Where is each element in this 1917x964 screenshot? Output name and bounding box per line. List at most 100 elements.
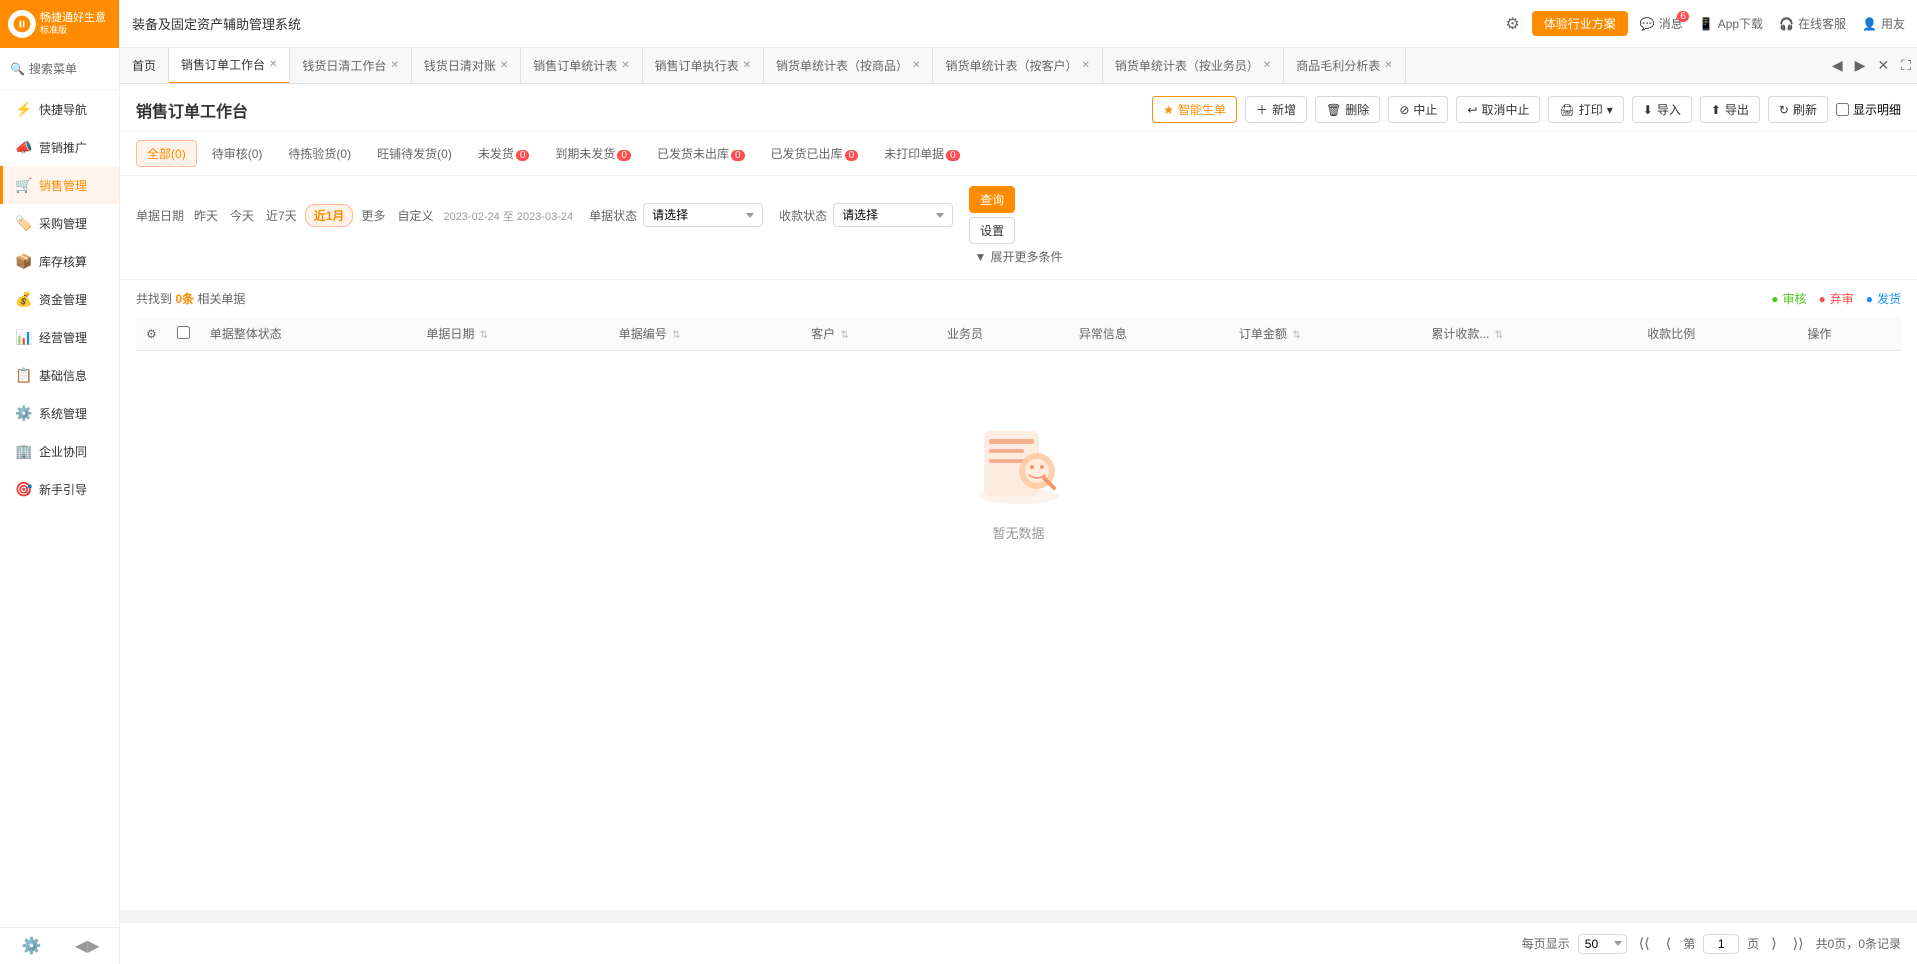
tab-cash-reconcile[interactable]: 钱货日清对账 ✕ [412,48,521,84]
message-button[interactable]: 💬 6 消息 [1640,15,1683,32]
user-button[interactable]: 👤 用友 [1862,15,1905,32]
next-page-button[interactable]: ⟩ [1767,933,1780,954]
close-tab-product-margin[interactable]: ✕ [1384,60,1392,71]
smart-create-button[interactable]: ★ 智能生单 [1152,96,1237,123]
show-detail-checkbox[interactable] [1836,103,1849,116]
filter-tab-shipped-out[interactable]: 已发货已出库0 [760,140,870,167]
sidebar: 畅捷通好生意 标准版 🔍 搜索菜单 ⚡ 快捷导航 📣 营销推广 🛒 销售管理 🏷… [0,0,120,964]
app-download-button[interactable]: 📱 App下载 [1699,15,1763,32]
tab-product-margin[interactable]: 商品毛利分析表 ✕ [1284,48,1405,84]
sidebar-item-purchase[interactable]: 🏷️ 采购管理 [0,204,119,242]
sidebar-item-inventory[interactable]: 📦 库存核算 [0,242,119,280]
purchase-icon: 🏷️ [15,214,33,232]
tab-home[interactable]: 首页 [120,48,169,84]
filter-tab-expired-not-shipped[interactable]: 到期未发货0 [544,140,642,167]
sidebar-item-quick-nav[interactable]: ⚡ 快捷导航 [0,90,119,128]
filter-tab-all[interactable]: 全部(0) [136,140,197,167]
setting-button[interactable]: 设置 [969,217,1015,244]
date-btn-custom[interactable]: 自定义 [393,204,437,227]
close-tab-cash-daily[interactable]: ✕ [390,60,398,71]
filter-tab-not-shipped[interactable]: 未发货0 [467,140,541,167]
sidebar-item-enterprise[interactable]: 🏢 企业协同 [0,432,119,470]
expired-badge: 0 [617,150,631,161]
tab-sales-order-workbench[interactable]: 销售订单工作台 ✕ [169,48,290,84]
filter-tab-wangpu[interactable]: 旺铺待发货(0) [366,140,463,167]
add-button[interactable]: ＋ 新增 [1245,96,1307,123]
filter-tab-shipped-not-out[interactable]: 已发货未出库0 [646,140,756,167]
settings-bottom-button[interactable]: ⚙️ [8,936,56,956]
close-tab-sales-order-workbench[interactable]: ✕ [269,59,277,70]
sort-date-icon[interactable]: ⇅ [480,330,488,341]
sort-collected-icon[interactable]: ⇅ [1495,330,1503,341]
sidebar-item-operations[interactable]: 📊 经营管理 [0,318,119,356]
last-page-button[interactable]: ⟩⟩ [1789,933,1808,954]
refresh-icon: ↻ [1779,103,1789,117]
table-header-row: ⚙ 单据整体状态 单据日期 ⇅ 单据编号 [136,317,1901,351]
close-tab-sales-order-exec[interactable]: ✕ [743,60,751,71]
sort-customer-icon[interactable]: ⇅ [840,330,848,341]
tab-sales-order-stats[interactable]: 销售订单统计表 ✕ [521,48,642,84]
sidebar-item-base-info[interactable]: 📋 基础信息 [0,356,119,394]
tab-sales-stats-product[interactable]: 销货单统计表（按商品） ✕ [764,48,933,84]
reject-action-button[interactable]: ● 弃审 [1818,290,1853,307]
close-tab-sales-stats-customer[interactable]: ✕ [1081,60,1089,71]
tab-expand[interactable]: ⛶ [1895,48,1917,84]
ship-action-button[interactable]: ● 发货 [1866,290,1901,307]
export-button[interactable]: ⬆ 导出 [1700,96,1760,123]
show-detail-checkbox-label[interactable]: 显示明细 [1836,101,1901,118]
close-tab-sales-stats-staff[interactable]: ✕ [1263,60,1271,71]
date-btn-yesterday[interactable]: 昨天 [190,204,222,227]
filter-tab-pending-check[interactable]: 待拣验货(0) [277,140,362,167]
date-search-item: 单据日期 昨天 今天 近7天 近1月 更多 自定义 2023-02-24 至 2… [136,204,573,227]
close-tab-cash-reconcile[interactable]: ✕ [500,60,508,71]
delete-button[interactable]: 🗑 删除 [1315,96,1380,123]
page-number-input[interactable] [1703,934,1739,954]
column-settings-icon[interactable]: ⚙ [146,327,157,341]
logo-text: 畅捷通好生意 标准版 [40,11,106,37]
close-tab-sales-order-stats[interactable]: ✕ [621,60,629,71]
gear-button[interactable]: ⚙ [1505,14,1519,34]
filter-tab-pending-review[interactable]: 待审核(0) [201,140,274,167]
tab-close-all[interactable]: ✕ [1871,48,1895,84]
sidebar-item-marketing[interactable]: 📣 营销推广 [0,128,119,166]
tab-cash-daily[interactable]: 钱货日清工作台 ✕ [290,48,411,84]
query-button[interactable]: 查询 [969,186,1015,213]
experience-button[interactable]: 体验行业方案 [1532,11,1628,36]
review-action-button[interactable]: ● 审核 [1771,290,1806,307]
doc-status-select[interactable]: 请选择 [643,203,763,227]
first-page-button[interactable]: ⟨⟨ [1635,933,1654,954]
import-button[interactable]: ⬇ 导入 [1632,96,1692,123]
expand-btn[interactable]: ▼ 展开更多条件 [975,248,1063,265]
search-menu-button[interactable]: 🔍 搜索菜单 [6,56,113,81]
doc-status-search-item: 单据状态 请选择 [589,203,763,227]
cancel-stop-button[interactable]: ↩ 取消中止 [1456,96,1540,123]
date-btn-1month[interactable]: 近1月 [305,204,354,227]
tab-scroll-right[interactable]: ▶ [1849,48,1872,84]
sort-amount-icon[interactable]: ⇅ [1292,330,1300,341]
date-btn-more[interactable]: 更多 [357,204,389,227]
tab-sales-order-exec[interactable]: 销售订单执行表 ✕ [643,48,764,84]
refresh-button[interactable]: ↻ 刷新 [1768,96,1828,123]
operations-icon: 📊 [15,328,33,346]
prev-page-button[interactable]: ⟨ [1662,933,1675,954]
sidebar-item-sales[interactable]: 🛒 销售管理 [0,166,119,204]
per-page-select[interactable]: 50 10 20 100 [1578,934,1627,954]
tab-sales-stats-staff[interactable]: 销货单统计表（按业务员） ✕ [1103,48,1284,84]
payment-status-select[interactable]: 请选择 [833,203,953,227]
tab-scroll-left[interactable]: ◀ [1826,48,1849,84]
filter-tab-not-printed[interactable]: 未打印单据0 [873,140,971,167]
date-btn-today[interactable]: 今天 [226,204,258,227]
sort-number-icon[interactable]: ⇅ [672,330,680,341]
close-tab-sales-stats-product[interactable]: ✕ [912,60,920,71]
horizontal-scrollbar[interactable] [120,910,1917,922]
select-all-checkbox[interactable] [177,326,190,339]
online-service-button[interactable]: 🎧 在线客服 [1779,15,1846,32]
sidebar-item-finance[interactable]: 💰 资金管理 [0,280,119,318]
collapse-button[interactable]: ◀▶ [64,936,112,956]
tab-sales-stats-customer[interactable]: 销货单统计表（按客户） ✕ [933,48,1102,84]
date-btn-7days[interactable]: 近7天 [262,204,301,227]
print-button[interactable]: 🖨 打印 ▾ [1548,96,1623,123]
sidebar-item-system[interactable]: ⚙️ 系统管理 [0,394,119,432]
sidebar-item-new-guide[interactable]: 🎯 新手引导 [0,470,119,508]
stop-button[interactable]: ⊘ 中止 [1388,96,1448,123]
